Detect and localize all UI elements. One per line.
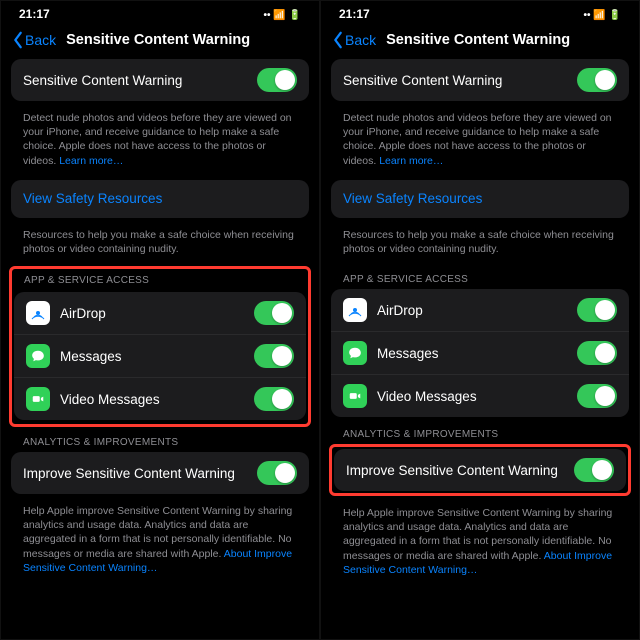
app-access-header: APP & SERVICE ACCESS	[12, 269, 308, 290]
app-access-group: AirDrop Messages Video Messages	[331, 289, 629, 417]
improve-toggle-label: Improve Sensitive Content Warning	[346, 463, 564, 478]
airdrop-icon	[343, 298, 367, 322]
toggle-label: Sensitive Content Warning	[23, 73, 247, 88]
airdrop-icon	[26, 301, 50, 325]
toggle-switch[interactable]	[577, 68, 617, 92]
main-description: Detect nude photos and videos before the…	[331, 107, 629, 180]
messages-toggle[interactable]	[254, 344, 294, 368]
main-toggle-group: Sensitive Content Warning	[331, 59, 629, 101]
video-messages-label: Video Messages	[60, 392, 244, 407]
analytics-header: ANALYTICS & IMPROVEMENTS	[331, 423, 629, 444]
back-label: Back	[345, 32, 376, 48]
settings-scroll[interactable]: Sensitive Content Warning Detect nude ph…	[1, 59, 319, 639]
nav-bar: Back Sensitive Content Warning	[1, 23, 319, 59]
safety-footer: Resources to help you make a safe choice…	[11, 224, 309, 268]
settings-scroll[interactable]: Sensitive Content Warning Detect nude ph…	[321, 59, 639, 639]
learn-more-link[interactable]: Learn more…	[379, 155, 443, 167]
analytics-group: Improve Sensitive Content Warning	[334, 449, 626, 491]
video-messages-toggle[interactable]	[254, 387, 294, 411]
analytics-footer: Help Apple improve Sensitive Content War…	[331, 502, 629, 589]
video-messages-row[interactable]: Video Messages	[14, 377, 306, 420]
analytics-group: Improve Sensitive Content Warning	[11, 452, 309, 494]
back-button[interactable]: Back	[11, 31, 56, 49]
video-messages-icon	[343, 384, 367, 408]
left-screenshot: 21:17 •• 📶 🔋 Back Sensitive Content Warn…	[0, 0, 320, 640]
improve-toggle-label: Improve Sensitive Content Warning	[23, 466, 247, 481]
improve-toggle-row[interactable]: Improve Sensitive Content Warning	[334, 449, 626, 491]
improve-toggle[interactable]	[257, 461, 297, 485]
improve-toggle-row[interactable]: Improve Sensitive Content Warning	[11, 452, 309, 494]
airdrop-row[interactable]: AirDrop	[14, 292, 306, 334]
analytics-header: ANALYTICS & IMPROVEMENTS	[11, 431, 309, 452]
safety-footer: Resources to help you make a safe choice…	[331, 224, 629, 268]
sensitive-content-toggle-row[interactable]: Sensitive Content Warning	[11, 59, 309, 101]
messages-icon	[343, 341, 367, 365]
video-messages-icon	[26, 387, 50, 411]
airdrop-toggle[interactable]	[254, 301, 294, 325]
airdrop-row[interactable]: AirDrop	[331, 289, 629, 331]
view-safety-resources-row[interactable]: View Safety Resources	[331, 180, 629, 218]
video-messages-label: Video Messages	[377, 389, 567, 404]
main-description: Detect nude photos and videos before the…	[11, 107, 309, 180]
page-title: Sensitive Content Warning	[386, 32, 570, 48]
status-icons: •• 📶 🔋	[264, 10, 301, 21]
status-icons: •• 📶 🔋	[584, 10, 621, 21]
toggle-switch[interactable]	[257, 68, 297, 92]
improve-toggle[interactable]	[574, 458, 614, 482]
back-button[interactable]: Back	[331, 31, 376, 49]
chevron-left-icon	[331, 31, 345, 49]
app-access-group: AirDrop Messages Video Messages	[14, 292, 306, 420]
back-label: Back	[25, 32, 56, 48]
safety-resources-group: View Safety Resources	[11, 180, 309, 218]
airdrop-label: AirDrop	[377, 303, 567, 318]
safety-link-label: View Safety Resources	[343, 191, 617, 206]
messages-icon	[26, 344, 50, 368]
safety-resources-group: View Safety Resources	[331, 180, 629, 218]
app-access-header: APP & SERVICE ACCESS	[331, 268, 629, 289]
messages-toggle[interactable]	[577, 341, 617, 365]
video-messages-toggle[interactable]	[577, 384, 617, 408]
airdrop-label: AirDrop	[60, 306, 244, 321]
analytics-footer: Help Apple improve Sensitive Content War…	[11, 500, 309, 587]
main-toggle-group: Sensitive Content Warning	[11, 59, 309, 101]
messages-label: Messages	[377, 346, 567, 361]
messages-label: Messages	[60, 349, 244, 364]
status-bar: 21:17 •• 📶 🔋	[1, 1, 319, 23]
toggle-label: Sensitive Content Warning	[343, 73, 567, 88]
sensitive-content-toggle-row[interactable]: Sensitive Content Warning	[331, 59, 629, 101]
analytics-highlight: Improve Sensitive Content Warning	[329, 444, 631, 496]
safety-link-label: View Safety Resources	[23, 191, 297, 206]
video-messages-row[interactable]: Video Messages	[331, 374, 629, 417]
messages-row[interactable]: Messages	[14, 334, 306, 377]
status-time: 21:17	[339, 7, 370, 21]
learn-more-link[interactable]: Learn more…	[59, 155, 123, 167]
right-screenshot: 21:17 •• 📶 🔋 Back Sensitive Content Warn…	[320, 0, 640, 640]
messages-row[interactable]: Messages	[331, 331, 629, 374]
app-access-highlight: APP & SERVICE ACCESS AirDrop Messages	[9, 266, 311, 427]
nav-bar: Back Sensitive Content Warning	[321, 23, 639, 59]
page-title: Sensitive Content Warning	[66, 32, 250, 48]
airdrop-toggle[interactable]	[577, 298, 617, 322]
status-bar: 21:17 •• 📶 🔋	[321, 1, 639, 23]
view-safety-resources-row[interactable]: View Safety Resources	[11, 180, 309, 218]
chevron-left-icon	[11, 31, 25, 49]
status-time: 21:17	[19, 7, 50, 21]
